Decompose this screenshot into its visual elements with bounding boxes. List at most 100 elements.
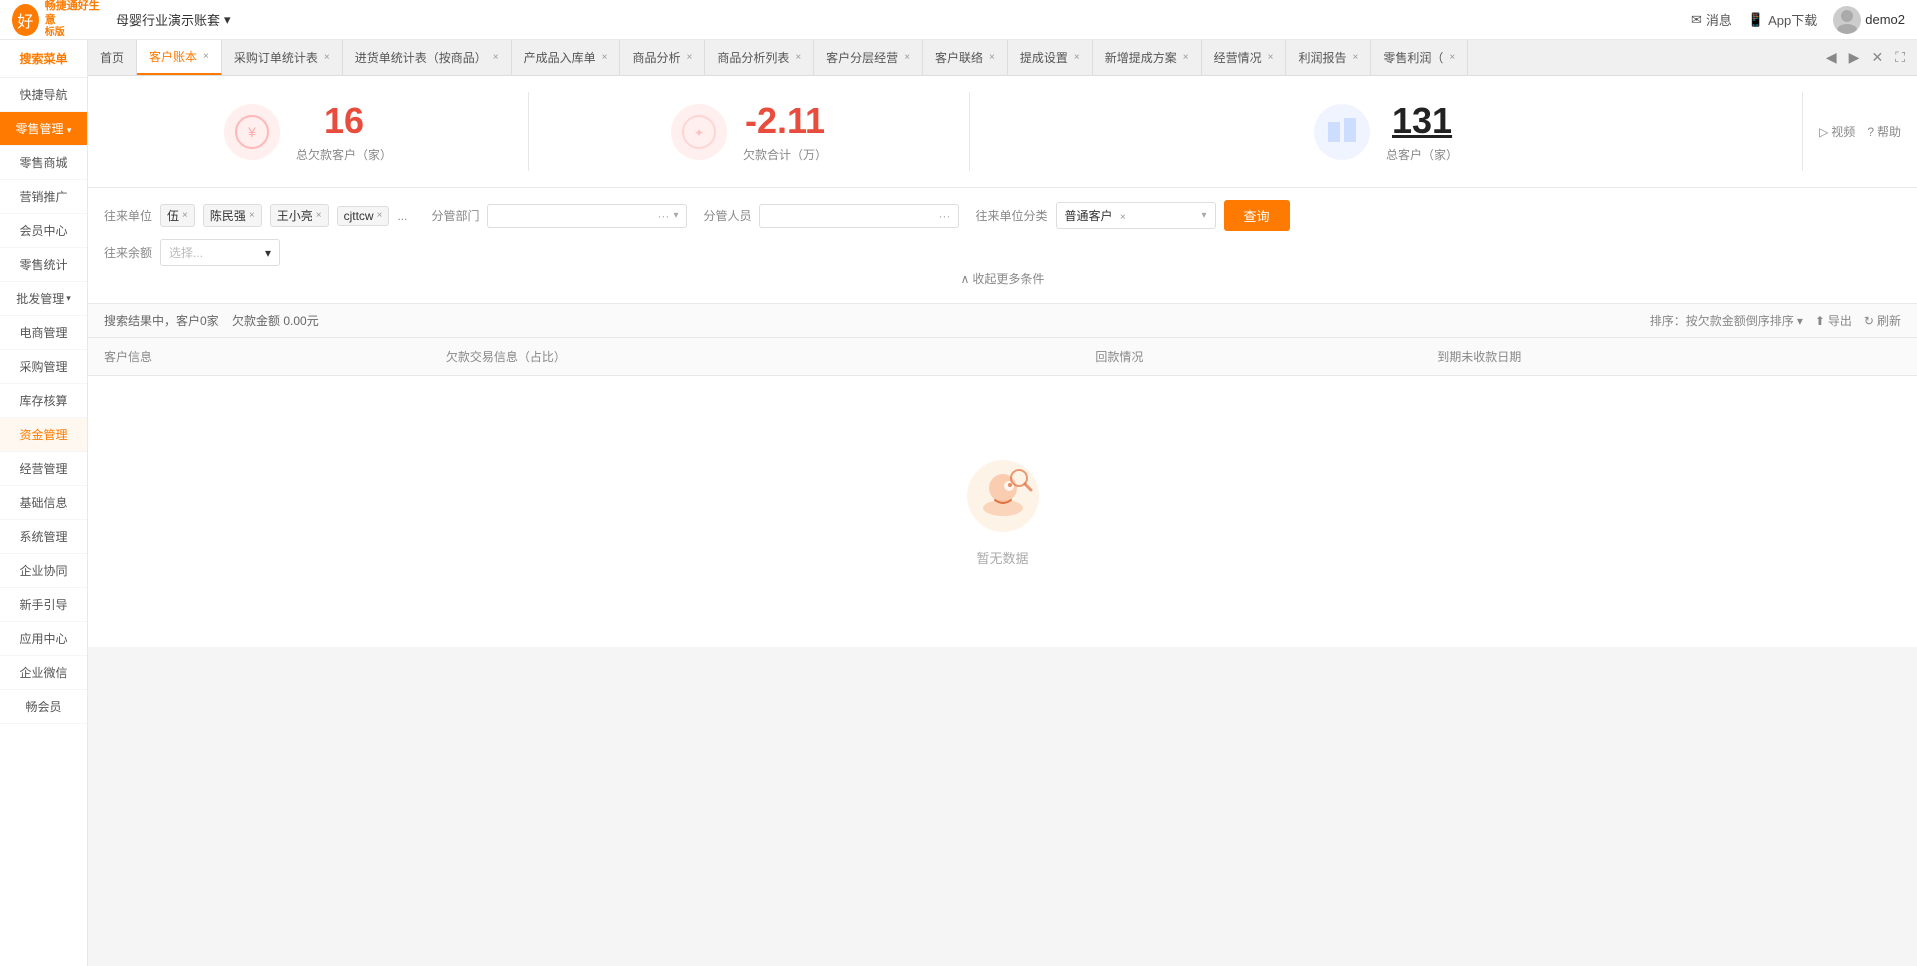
tab-stock-stats[interactable]: 进货单统计表（按商品） ×: [343, 40, 512, 75]
tab-home[interactable]: 首页: [88, 40, 137, 75]
tab-label: 首页: [100, 49, 124, 66]
user-menu[interactable]: demo2: [1833, 6, 1905, 34]
filter-tag-1[interactable]: 伍 ×: [160, 204, 195, 227]
refresh-button[interactable]: ↻ 刷新: [1864, 312, 1901, 329]
sidebar-item-enterprise-wechat[interactable]: 企业微信: [0, 656, 87, 690]
tab-product-analysis-list[interactable]: 商品分析列表 ×: [705, 40, 814, 75]
dept-select[interactable]: ··· ▾: [487, 204, 687, 228]
tab-label: 提成设置: [1020, 49, 1068, 66]
manager-select[interactable]: ···: [759, 204, 959, 228]
stat-debt-amount: ✦ -2.11 欠款合计（万）: [529, 92, 970, 171]
sidebar-item-purchase-mgmt[interactable]: 采购管理: [0, 350, 87, 384]
tab-next-button[interactable]: ▶: [1845, 47, 1864, 68]
tag-close-icon[interactable]: ×: [182, 210, 188, 221]
unit-class-select[interactable]: 普通客户 × ▾: [1056, 202, 1216, 229]
sidebar-search[interactable]: 搜索菜单: [0, 40, 87, 78]
tag-close-icon[interactable]: ×: [249, 210, 255, 221]
sidebar-item-ecommerce[interactable]: 电商管理: [0, 316, 87, 350]
search-actions: 排序：按欠款金额倒序排序 ▾ ⬆ 导出 ↻ 刷新: [1650, 312, 1901, 329]
tab-label: 采购订单统计表: [234, 49, 318, 66]
tab-close-icon[interactable]: ×: [493, 52, 499, 63]
tab-new-promotion-plan[interactable]: 新增提成方案 ×: [1093, 40, 1202, 75]
tab-profit-report[interactable]: 利润报告 ×: [1286, 40, 1371, 75]
tab-prev-button[interactable]: ◀: [1822, 47, 1841, 68]
sidebar-item-wholesale-mgmt[interactable]: 批发管理 ▾: [0, 282, 87, 316]
tab-customer-segment[interactable]: 客户分层经营 ×: [814, 40, 923, 75]
sidebar-item-retail-mgmt[interactable]: 零售管理 ▾: [0, 112, 87, 146]
user-name: demo2: [1865, 12, 1905, 27]
help-button[interactable]: ? 帮助: [1867, 123, 1901, 140]
app-download-button[interactable]: 📱 App下载: [1748, 10, 1817, 29]
sidebar-item-inventory[interactable]: 库存核算: [0, 384, 87, 418]
tab-retail-profit[interactable]: 零售利润（ ×: [1371, 40, 1468, 75]
debt-amount-number: -2.11: [743, 100, 827, 142]
sidebar-item-finance-mgmt[interactable]: 资金管理: [0, 418, 87, 452]
tab-promotion-settings[interactable]: 提成设置 ×: [1008, 40, 1093, 75]
tab-operation-status[interactable]: 经营情况 ×: [1202, 40, 1287, 75]
sidebar-item-marketing[interactable]: 营销推广: [0, 180, 87, 214]
filter-tag-3[interactable]: 王小亮 ×: [270, 204, 329, 227]
total-customers-number: 131: [1386, 100, 1458, 142]
sidebar-item-member-vip[interactable]: 畅会员: [0, 690, 87, 724]
tab-purchase-order-stats[interactable]: 采购订单统计表 ×: [222, 40, 343, 75]
message-button[interactable]: ✉ 消息: [1691, 10, 1732, 29]
tab-close-all-button[interactable]: ✕: [1867, 47, 1887, 68]
query-button[interactable]: 查询: [1224, 200, 1290, 231]
sidebar-item-quick-nav[interactable]: 快捷导航: [0, 78, 87, 112]
tab-close-icon[interactable]: ×: [989, 52, 995, 63]
tab-close-icon[interactable]: ×: [1074, 52, 1080, 63]
tab-label: 客户分层经营: [826, 49, 898, 66]
filter-tag-4[interactable]: cjttcw ×: [337, 206, 390, 226]
sidebar-item-new-guide[interactable]: 新手引导: [0, 588, 87, 622]
tab-label: 商品分析列表: [717, 49, 789, 66]
stat-customer-icon: [1314, 104, 1370, 160]
tab-close-icon[interactable]: ×: [602, 52, 608, 63]
sidebar-item-member-center[interactable]: 会员中心: [0, 214, 87, 248]
tab-customer-contact[interactable]: 客户联络 ×: [923, 40, 1008, 75]
main-content: 首页 客户账本 × 采购订单统计表 × 进货单统计表（按商品） × 产成品入库单…: [88, 40, 1917, 966]
message-icon: ✉: [1691, 12, 1702, 28]
video-button[interactable]: ▷ 视频: [1819, 123, 1855, 140]
svg-text:✦: ✦: [694, 126, 704, 140]
col-debt-info: 欠款交易信息（占比）: [430, 338, 1080, 376]
tab-customer-account[interactable]: 客户账本 ×: [137, 40, 222, 75]
sidebar-item-operation-mgmt[interactable]: 经营管理: [0, 452, 87, 486]
sidebar-item-retail-stats[interactable]: 零售统计: [0, 248, 87, 282]
tag-close-icon[interactable]: ×: [377, 210, 383, 221]
sort-label[interactable]: 排序：按欠款金额倒序排序 ▾: [1650, 312, 1803, 329]
company-select[interactable]: 母婴行业演示账套 ▾: [108, 6, 239, 33]
stat-debtor-icon: ¥: [224, 104, 280, 160]
more-options-icon: ···: [657, 209, 669, 223]
collapse-button[interactable]: ∧ 收起更多条件: [961, 270, 1045, 287]
tab-close-icon[interactable]: ×: [1183, 52, 1189, 63]
sidebar-item-retail-mall[interactable]: 零售商城: [0, 146, 87, 180]
col-customer-info: 客户信息: [88, 338, 430, 376]
tab-label: 零售利润（: [1383, 49, 1443, 66]
empty-state: 暂无数据: [88, 376, 1917, 647]
export-button[interactable]: ⬆ 导出: [1815, 312, 1852, 329]
tab-close-icon[interactable]: ×: [1268, 52, 1274, 63]
remainder-select[interactable]: 选择... ▾: [160, 239, 280, 266]
tab-close-icon[interactable]: ×: [686, 52, 692, 63]
tab-fullscreen-button[interactable]: ⛶: [1891, 47, 1909, 68]
col-repayment: 回款情况: [1079, 338, 1421, 376]
sidebar-item-system-mgmt[interactable]: 系统管理: [0, 520, 87, 554]
tab-product-analysis[interactable]: 商品分析 ×: [620, 40, 705, 75]
tab-close-icon[interactable]: ×: [1449, 52, 1455, 63]
tab-close-icon[interactable]: ×: [203, 51, 209, 62]
sidebar-item-enterprise-coop[interactable]: 企业协同: [0, 554, 87, 588]
sidebar-item-label: 批发管理: [16, 290, 64, 307]
tag-close-icon[interactable]: ×: [316, 210, 322, 221]
filter-area: 往来单位 伍 × 陈民强 × 王小亮 × cjttcw: [88, 188, 1917, 304]
tab-close-icon[interactable]: ×: [1352, 52, 1358, 63]
search-summary: 搜索结果中，客户0家 欠款金额 0.00元 排序：按欠款金额倒序排序 ▾ ⬆ 导…: [88, 304, 1917, 338]
tab-close-icon[interactable]: ×: [795, 52, 801, 63]
filter-tag-2[interactable]: 陈民强 ×: [203, 204, 262, 227]
tab-bar: 首页 客户账本 × 采购订单统计表 × 进货单统计表（按商品） × 产成品入库单…: [88, 40, 1917, 76]
sidebar-item-basic-info[interactable]: 基础信息: [0, 486, 87, 520]
tab-close-icon[interactable]: ×: [324, 52, 330, 63]
sidebar-item-app-center[interactable]: 应用中心: [0, 622, 87, 656]
tab-product-instock[interactable]: 产成品入库单 ×: [512, 40, 621, 75]
tab-close-icon[interactable]: ×: [904, 52, 910, 63]
filter-more-tags[interactable]: ...: [397, 209, 407, 223]
